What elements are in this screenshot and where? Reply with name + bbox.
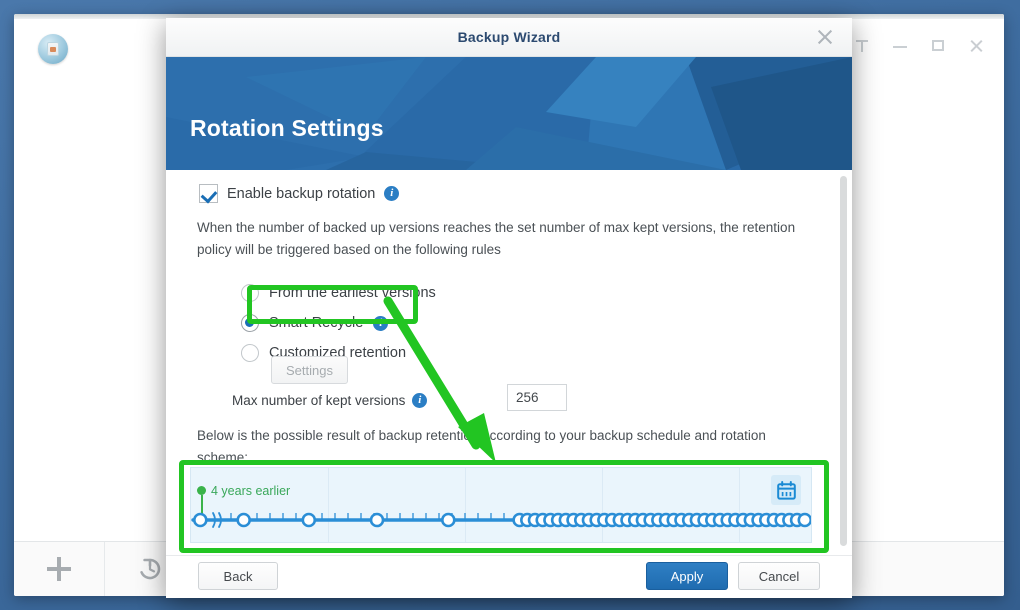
banner-polygon-pattern (166, 57, 852, 170)
apply-button[interactable]: Apply (646, 562, 728, 590)
radio-earliest-label: From the earliest versions (269, 285, 436, 301)
dialog-titlebar: Backup Wizard (166, 18, 852, 57)
dialog-footer: Back Apply Cancel (166, 555, 852, 598)
radio-earliest[interactable] (241, 284, 259, 302)
close-icon[interactable] (966, 36, 986, 56)
back-button[interactable]: Back (198, 562, 278, 590)
radio-customized-retention[interactable] (241, 344, 259, 362)
rotation-description: When the number of backed up versions re… (197, 220, 796, 257)
dialog-title: Backup Wizard (457, 29, 561, 45)
radio-smart-recycle-label: Smart Recycle (269, 315, 364, 331)
backup-app-icon (38, 34, 68, 64)
settings-button[interactable]: Settings (271, 356, 348, 384)
max-versions-label-row: Max number of kept versions i (232, 393, 428, 408)
radio-smart-recycle[interactable] (241, 314, 259, 332)
dialog-close-icon[interactable] (816, 28, 834, 46)
cancel-button[interactable]: Cancel (738, 562, 820, 590)
dialog-body: Enable backup rotation i When the number… (166, 170, 852, 555)
timeline-description: Below is the possible result of backup r… (197, 428, 766, 465)
retention-timeline-panel[interactable]: 4 years earlier (190, 467, 812, 543)
info-icon[interactable]: i (384, 186, 400, 201)
radio-option-smart-recycle[interactable]: Smart Recycle i (241, 314, 389, 332)
pin-icon[interactable] (852, 36, 872, 56)
backup-wizard-dialog: Backup Wizard Rotation Settings Enable b… (166, 18, 852, 598)
timeline-axis (191, 512, 811, 528)
add-task-button[interactable] (14, 542, 105, 596)
radio-option-earliest[interactable]: From the earliest versions (241, 284, 436, 302)
plus-icon (47, 557, 71, 581)
dialog-banner: Rotation Settings (166, 57, 852, 170)
minimize-icon[interactable] (890, 36, 910, 56)
footer-actions: Apply Cancel (560, 556, 820, 598)
vertical-scrollbar[interactable] (840, 176, 847, 546)
maximize-icon[interactable] (928, 36, 948, 56)
enable-backup-rotation-row[interactable]: Enable backup rotation i (199, 184, 400, 203)
max-versions-input[interactable]: 256 (507, 384, 567, 411)
footer-inner: Back Apply Cancel (166, 556, 852, 598)
history-restore-icon (140, 558, 161, 580)
info-icon[interactable]: i (373, 315, 389, 331)
background-window-controls (852, 36, 986, 56)
info-icon[interactable]: i (412, 393, 428, 408)
max-versions-label: Max number of kept versions (232, 393, 406, 408)
screen: Backup Wizard Rotation Settings Enable b… (0, 0, 1020, 610)
enable-backup-rotation-checkbox[interactable] (199, 184, 218, 203)
enable-backup-rotation-label: Enable backup rotation (227, 185, 376, 202)
page-title: Rotation Settings (190, 115, 384, 141)
